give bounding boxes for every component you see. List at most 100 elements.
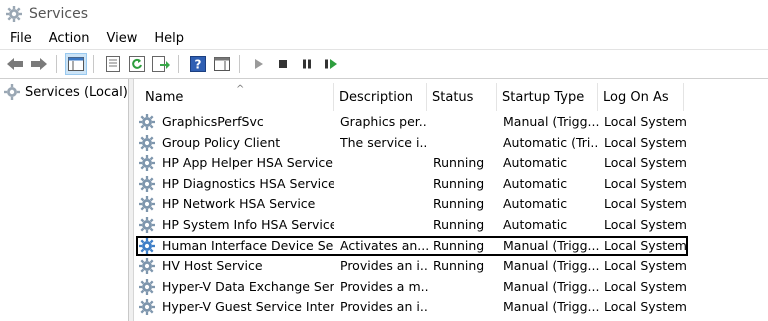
service-gear-icon xyxy=(138,237,156,255)
title-bar: Services xyxy=(0,0,768,27)
service-gear-icon xyxy=(138,298,156,316)
console-tree-pane: Services (Local) xyxy=(0,79,129,321)
cell-description: Provides an i... xyxy=(340,299,428,315)
cell-name: HP Network HSA Service xyxy=(162,196,316,212)
table-row[interactable]: Hyper-V Guest Service Interf... Provides … xyxy=(138,297,686,317)
table-row[interactable]: HP Diagnostics HSA Service Running Automat… xyxy=(138,174,686,194)
table-row[interactable]: GraphicsPerfSvc Graphics per... Manual (Tr… xyxy=(138,112,686,132)
cell-description: Graphics per... xyxy=(340,114,428,129)
pause-service-icon[interactable] xyxy=(296,53,318,75)
column-header-startup-type[interactable]: Startup Type xyxy=(497,83,598,111)
cell-logon: Local System xyxy=(604,114,686,129)
toolbar-separator xyxy=(56,55,57,73)
service-gear-icon xyxy=(138,278,156,296)
column-header-status[interactable]: Status xyxy=(427,83,497,111)
column-header-name[interactable]: ^ Name xyxy=(140,83,334,111)
cell-status xyxy=(433,297,498,317)
cell-name: Human Interface Device Serv... xyxy=(162,237,334,253)
menu-view[interactable]: View xyxy=(97,31,145,46)
service-gear-icon xyxy=(138,216,156,234)
toolbar-separator xyxy=(239,55,240,73)
table-row-selected[interactable]: Human Interface Device Serv... Activates … xyxy=(136,235,688,256)
cell-name: HP System Info HSA Service xyxy=(162,217,334,232)
tree-item-services-local[interactable]: Services (Local) xyxy=(3,83,128,101)
forward-arrow-icon[interactable] xyxy=(28,53,50,75)
cell-status: Running xyxy=(433,217,485,232)
menu-file[interactable]: File xyxy=(0,31,40,46)
cell-name: HP App Helper HSA Service xyxy=(162,155,333,171)
toolbar-separator xyxy=(93,55,94,73)
cell-startup: Automatic (Tri... xyxy=(503,134,599,150)
toolbar: ? xyxy=(0,49,768,79)
toolbar-separator xyxy=(178,55,179,73)
list-header: ^ Name Description Status Startup Type L… xyxy=(134,79,768,115)
cell-startup: Automatic xyxy=(503,217,568,232)
service-gear-icon xyxy=(138,134,156,152)
cell-status: Running xyxy=(433,175,485,191)
cell-description xyxy=(340,215,428,235)
column-header-log-on-as[interactable]: Log On As xyxy=(598,83,684,111)
table-row[interactable]: Hyper-V Data Exchange Serv... Provides a … xyxy=(138,277,686,297)
cell-status: Running xyxy=(433,258,485,274)
column-header-description[interactable]: Description xyxy=(334,83,427,111)
cell-description: The service i... xyxy=(340,134,428,150)
cell-logon: Local System xyxy=(604,134,686,150)
table-row[interactable]: Group Policy Client The service i... Autom… xyxy=(138,133,686,153)
cell-logon: Local System xyxy=(604,237,686,253)
console-tree-icon[interactable] xyxy=(65,53,87,75)
properties-sheet-icon[interactable] xyxy=(102,53,124,75)
cell-logon: Local System xyxy=(604,155,686,171)
cell-startup: Automatic xyxy=(503,155,568,171)
table-row[interactable]: HP App Helper HSA Service Running Automati… xyxy=(138,153,686,173)
cell-logon: Local System xyxy=(604,175,686,191)
cell-status: Running xyxy=(433,196,485,212)
cell-description xyxy=(340,174,428,194)
cell-startup: Manual (Trigg... xyxy=(503,278,599,294)
table-row[interactable]: HP System Info HSA Service Running Automat… xyxy=(138,215,686,235)
cell-description xyxy=(340,153,428,173)
cell-name: GraphicsPerfSvc xyxy=(162,114,264,129)
start-service-icon[interactable] xyxy=(248,53,270,75)
tree-item-label: Services (Local) xyxy=(25,84,128,100)
cell-name: HV Host Service xyxy=(162,258,263,274)
stop-service-icon[interactable] xyxy=(272,53,294,75)
cell-logon: Local System xyxy=(604,258,686,274)
cell-logon: Local System xyxy=(604,299,686,315)
restart-service-icon[interactable] xyxy=(320,53,342,75)
cell-status xyxy=(433,277,498,297)
menu-action[interactable]: Action xyxy=(40,31,98,46)
cell-logon: Local System xyxy=(604,196,686,212)
cell-startup: Manual (Trigg... xyxy=(503,237,599,253)
export-list-icon[interactable] xyxy=(150,53,172,75)
cell-status xyxy=(433,133,498,153)
sort-ascending-icon: ^ xyxy=(236,84,245,95)
cell-status xyxy=(433,112,498,132)
cell-startup: Automatic xyxy=(503,196,568,212)
cell-name: Group Policy Client xyxy=(162,134,281,150)
cell-name: Hyper-V Data Exchange Serv... xyxy=(162,278,334,294)
service-gear-icon xyxy=(138,257,156,275)
cell-description: Provides an i... xyxy=(340,258,428,274)
services-list-pane: ^ Name Description Status Startup Type L… xyxy=(134,79,768,321)
services-gear-icon xyxy=(4,84,20,100)
help-icon[interactable]: ? xyxy=(187,53,209,75)
cell-logon: Local System xyxy=(604,278,686,294)
cell-description: Provides a m... xyxy=(340,278,428,294)
back-arrow-icon[interactable] xyxy=(4,53,26,75)
cell-name: Hyper-V Guest Service Interf... xyxy=(162,299,334,315)
cell-startup: Manual (Trigg... xyxy=(503,258,599,274)
cell-logon: Local System xyxy=(604,217,686,232)
service-gear-icon xyxy=(138,175,156,193)
show-hide-action-pane-icon[interactable] xyxy=(211,53,233,75)
window-title: Services xyxy=(29,5,89,22)
table-row[interactable]: HV Host Service Provides an i... Running Ma… xyxy=(138,256,686,276)
cell-status: Running xyxy=(433,237,485,253)
service-gear-icon xyxy=(138,195,156,213)
cell-startup: Manual (Trigg... xyxy=(503,299,599,315)
service-gear-icon xyxy=(138,113,156,131)
menu-help[interactable]: Help xyxy=(145,31,192,46)
table-row[interactable]: HP Network HSA Service Running Automatic Lo… xyxy=(138,194,686,214)
cell-startup: Automatic xyxy=(503,175,568,191)
refresh-icon[interactable] xyxy=(126,53,148,75)
cell-status: Running xyxy=(433,155,485,171)
